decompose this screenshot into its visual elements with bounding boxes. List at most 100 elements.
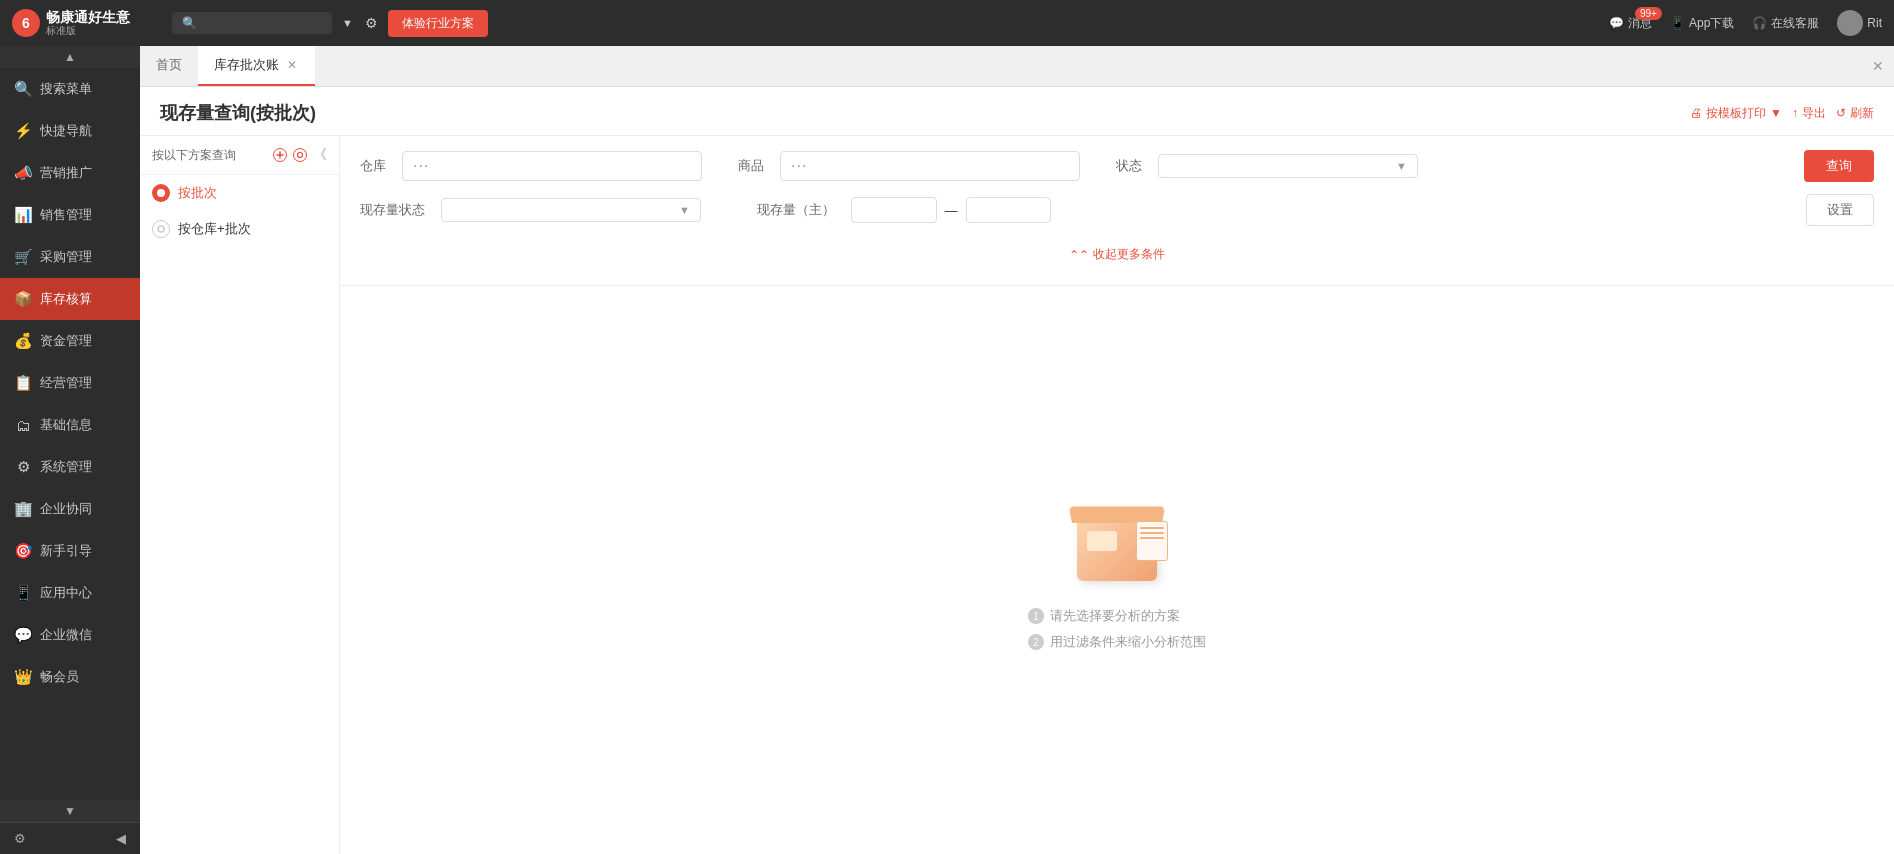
- dropdown-btn[interactable]: ▼: [340, 15, 355, 31]
- user-avatar: [1837, 10, 1863, 36]
- tab-bar: 首页 库存批次账 ✕ ✕: [140, 46, 1894, 87]
- status-select[interactable]: ▼: [1158, 154, 1418, 178]
- settings-circle-icon: [293, 148, 307, 162]
- sidebar-item-finance[interactable]: 💰 资金管理: [0, 320, 140, 362]
- scheme-settings-btn[interactable]: [293, 148, 307, 162]
- sidebar-item-wechat[interactable]: 💬 企业微信: [0, 614, 140, 656]
- stock-qty-max[interactable]: [966, 197, 1052, 223]
- sidebar-item-purchase[interactable]: 🛒 采购管理: [0, 236, 140, 278]
- main-layout: ▲ 🔍 搜索菜单 ⚡ 快捷导航 📣 营销推广 📊 销售管理 🛒 采购管理: [0, 46, 1894, 854]
- box-note: [1136, 521, 1168, 561]
- tab-inventory-batch[interactable]: 库存批次账 ✕: [198, 46, 315, 86]
- scheme-item-warehouse-batch[interactable]: 按仓库+批次: [140, 211, 339, 247]
- sidebar-scroll-down[interactable]: ▼: [0, 800, 140, 822]
- sidebar-item-member[interactable]: 👑 畅会员: [0, 656, 140, 698]
- empty-hints: 1 请先选择要分析的方案 2 用过滤条件来缩小分析范围: [1028, 607, 1206, 659]
- top-bar-center: 🔍 ▼ ⚙ 体验行业方案: [152, 10, 1609, 37]
- sidebar-settings-btn[interactable]: ⚙: [14, 831, 26, 846]
- newbie-icon: 🎯: [14, 542, 32, 560]
- sidebar-item-appcenter[interactable]: 📱 应用中心: [0, 572, 140, 614]
- refresh-icon: ↺: [1836, 106, 1846, 120]
- top-search-box[interactable]: 🔍: [172, 12, 332, 34]
- logo-icon: 6: [12, 9, 40, 37]
- sidebar-scroll-up[interactable]: ▲: [0, 46, 140, 68]
- messages-badge: 99+: [1635, 7, 1662, 20]
- gear-icon: ⚙: [14, 831, 26, 846]
- filter-area: 仓库 ··· 商品 ··· 状态 ▼: [340, 136, 1894, 286]
- stock-status-select[interactable]: ▼: [441, 198, 701, 222]
- finance-icon: 💰: [14, 332, 32, 350]
- marketing-icon: 📣: [14, 164, 32, 182]
- refresh-btn[interactable]: ↺ 刷新: [1836, 105, 1874, 122]
- sidebar-item-enterprise[interactable]: 🏢 企业协同: [0, 488, 140, 530]
- print-icon: 🖨: [1690, 106, 1702, 120]
- svg-point-5: [157, 189, 165, 197]
- top-bar: 6 畅康通好生意 标准版 🔍 ▼ ⚙ 体验行业方案 💬 消息 99+ 📱 App…: [0, 0, 1894, 46]
- print-dropdown-icon: ▼: [1770, 106, 1782, 120]
- warehouse-input[interactable]: ···: [402, 151, 702, 181]
- print-btn[interactable]: 🖨 按模板打印 ▼: [1690, 105, 1782, 122]
- goods-input[interactable]: ···: [780, 151, 1080, 181]
- stock-qty-min[interactable]: [851, 197, 937, 223]
- sidebar-item-newbie[interactable]: 🎯 新手引导: [0, 530, 140, 572]
- sidebar-collapse-btn[interactable]: ◀: [116, 831, 126, 846]
- left-panel-actions: 《: [273, 146, 327, 164]
- messages-btn[interactable]: 💬 消息 99+: [1609, 15, 1652, 32]
- export-icon: ↑: [1792, 106, 1798, 120]
- search-icon: 🔍: [14, 80, 32, 98]
- sidebar-item-operation[interactable]: 📋 经营管理: [0, 362, 140, 404]
- enterprise-icon: 🏢: [14, 500, 32, 518]
- sales-icon: 📊: [14, 206, 32, 224]
- tab-close-main-btn[interactable]: ✕: [1872, 58, 1884, 74]
- export-btn[interactable]: ↑ 导出: [1792, 105, 1826, 122]
- empty-state-area: 1 请先选择要分析的方案 2 用过滤条件来缩小分析范围: [340, 286, 1894, 854]
- sidebar: ▲ 🔍 搜索菜单 ⚡ 快捷导航 📣 营销推广 📊 销售管理 🛒 采购管理: [0, 46, 140, 854]
- stock-qty-range: —: [851, 197, 1051, 223]
- query-btn[interactable]: 查询: [1804, 150, 1874, 182]
- hint-item-2: 2 用过滤条件来缩小分析范围: [1028, 633, 1206, 651]
- add-scheme-btn[interactable]: [273, 148, 287, 162]
- sidebar-item-marketing[interactable]: 📣 营销推广: [0, 152, 140, 194]
- app-download-btn[interactable]: 📱 App下载: [1670, 15, 1734, 32]
- content-area: 首页 库存批次账 ✕ ✕ 现存量查询(按批次) 🖨 按模板打印 ▼: [140, 46, 1894, 854]
- user-avatar-btn[interactable]: Rit: [1837, 10, 1882, 36]
- tab-close-btn[interactable]: ✕: [285, 58, 299, 72]
- top-gear-btn[interactable]: ⚙: [363, 13, 380, 33]
- plus-icon: [273, 148, 287, 162]
- app-logo: 6 畅康通好生意 标准版: [12, 9, 152, 38]
- page-content: 现存量查询(按批次) 🖨 按模板打印 ▼ ↑ 导出 ↺ 刷新: [140, 87, 1894, 854]
- collapse-panel-btn[interactable]: 《: [313, 146, 327, 164]
- basic-icon: 🗂: [14, 416, 32, 434]
- online-service-btn[interactable]: 🎧 在线客服: [1752, 15, 1819, 32]
- sidebar-item-shortcut[interactable]: ⚡ 快捷导航: [0, 110, 140, 152]
- split-layout: 按以下方案查询: [140, 136, 1894, 854]
- page-header-actions: 🖨 按模板打印 ▼ ↑ 导出 ↺ 刷新: [1690, 105, 1874, 122]
- flash-icon: ⚡: [14, 122, 32, 140]
- scheme-active-icon: [152, 184, 170, 202]
- chevron-down-stock-icon: ▼: [679, 204, 690, 216]
- stock-status-label: 现存量状态: [360, 201, 425, 219]
- trial-btn[interactable]: 体验行业方案: [388, 10, 488, 37]
- warehouse-label: 仓库: [360, 157, 386, 175]
- goods-label: 商品: [738, 157, 764, 175]
- member-icon: 👑: [14, 668, 32, 686]
- sidebar-item-system[interactable]: ⚙ 系统管理: [0, 446, 140, 488]
- svg-point-4: [298, 153, 303, 158]
- collapse-more-btn[interactable]: ⌃⌃ 收起更多条件: [360, 238, 1874, 271]
- hint-item-1: 1 请先选择要分析的方案: [1028, 607, 1206, 625]
- scheme-item-batch[interactable]: 按批次: [140, 175, 339, 211]
- collapse-icon: ◀: [116, 831, 126, 846]
- sidebar-item-inventory[interactable]: 📦 库存核算: [0, 278, 140, 320]
- tab-home[interactable]: 首页: [140, 46, 198, 86]
- sidebar-item-basic[interactable]: 🗂 基础信息: [0, 404, 140, 446]
- filter-row-2: 现存量状态 ▼ 现存量（主） — 设置: [360, 194, 1874, 226]
- chevron-left-icon: 《: [313, 146, 327, 164]
- sidebar-item-sales[interactable]: 📊 销售管理: [0, 194, 140, 236]
- chevron-up-icon: ⌃⌃: [1069, 248, 1089, 262]
- sidebar-item-search[interactable]: 🔍 搜索菜单: [0, 68, 140, 110]
- page-header: 现存量查询(按批次) 🖨 按模板打印 ▼ ↑ 导出 ↺ 刷新: [140, 87, 1894, 136]
- svg-point-6: [158, 226, 164, 232]
- left-panel: 按以下方案查询: [140, 136, 340, 854]
- settings-btn[interactable]: 设置: [1806, 194, 1874, 226]
- app-name: 畅康通好生意 标准版: [46, 9, 130, 38]
